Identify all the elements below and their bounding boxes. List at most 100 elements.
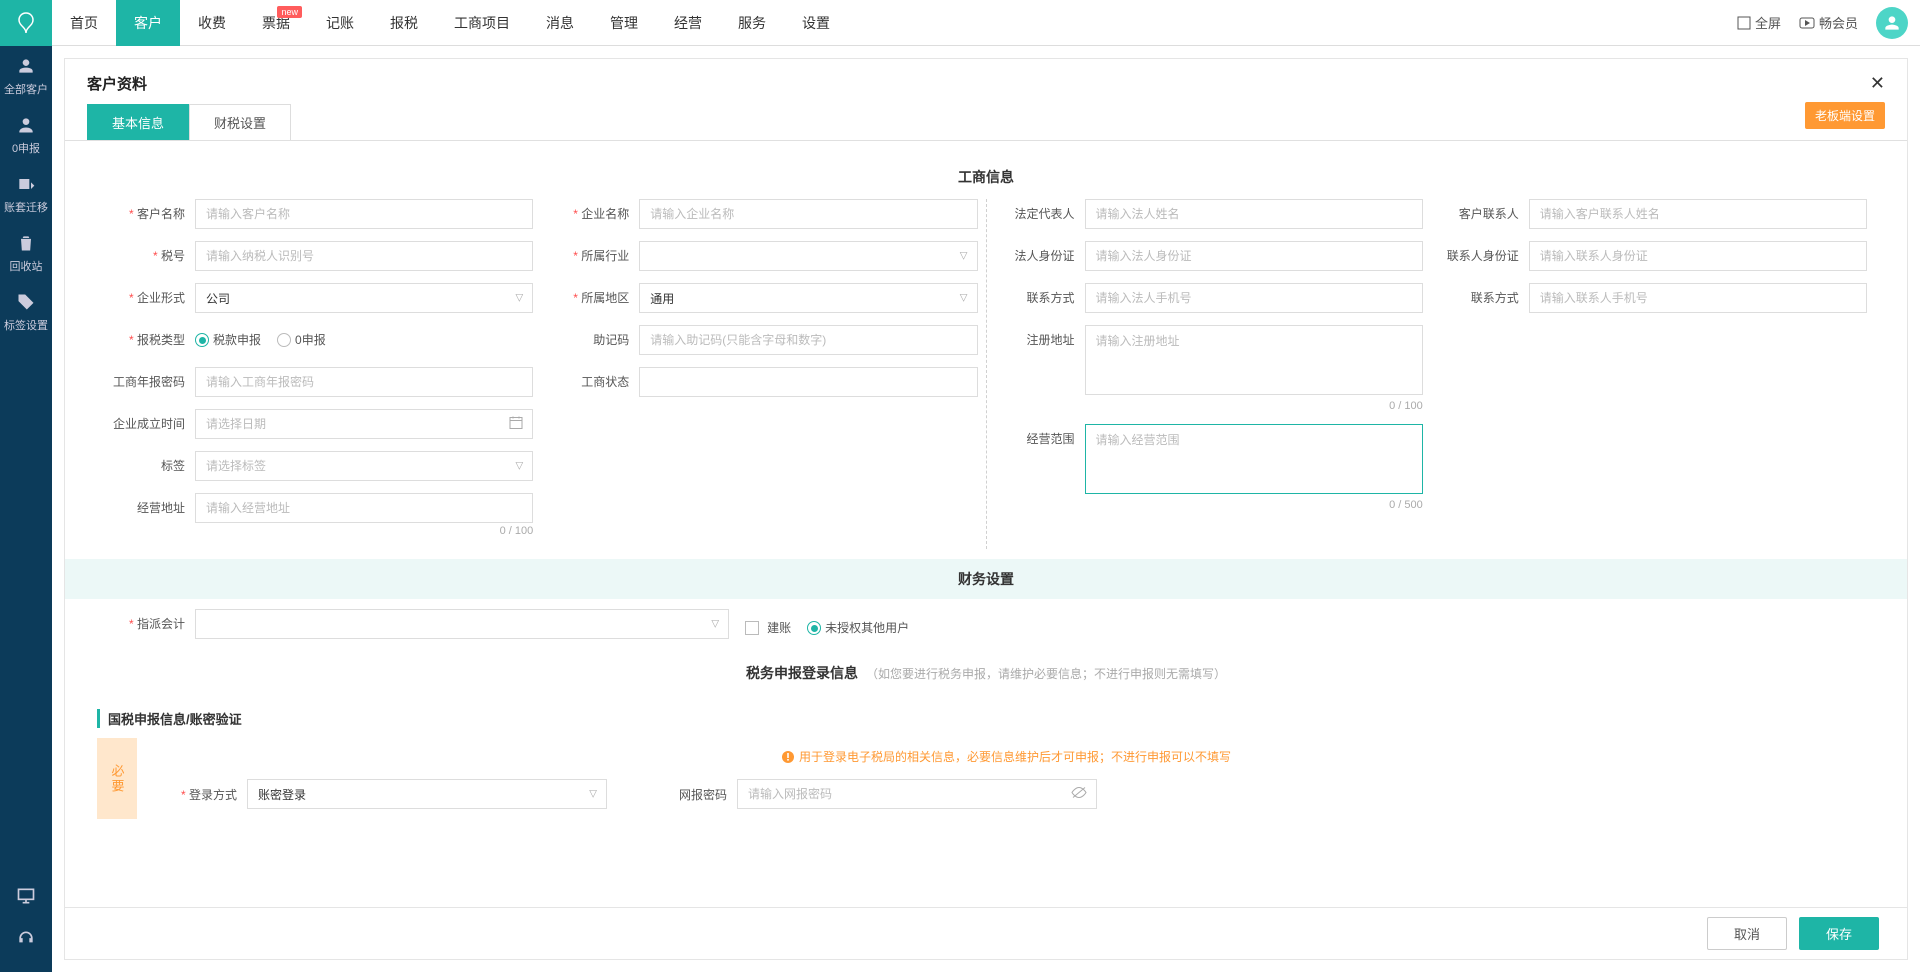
scroll-area[interactable]: 工商信息 客户名称 税号 企业形式▽ 报税类型 税款申报 0申报 工商年报密码 … xyxy=(65,155,1907,907)
tax-warn: 用于登录电子税局的相关信息，必要信息维护后才可申报；不进行申报可以不填写 xyxy=(157,748,1855,765)
section-national-tax: 国税申报信息/账密验证 xyxy=(97,709,1875,728)
label-assign-accountant: 指派会计 xyxy=(105,609,195,639)
avatar[interactable] xyxy=(1876,7,1908,39)
radio-zero-report[interactable]: 0申报 xyxy=(277,325,326,355)
cust-contact-input[interactable] xyxy=(1529,199,1867,229)
contact-way2-input[interactable] xyxy=(1529,283,1867,313)
tax-warn-text: 用于登录电子税局的相关信息，必要信息维护后才可申报；不进行申报可以不填写 xyxy=(799,748,1231,765)
nav-invoice[interactable]: 票据new xyxy=(244,0,308,46)
tax-no-input[interactable] xyxy=(195,241,533,271)
checkbox-icon xyxy=(745,621,759,635)
nav-operate[interactable]: 经营 xyxy=(656,0,720,46)
nav-customer[interactable]: 客户 xyxy=(116,0,180,46)
label-establish-date: 企业成立时间 xyxy=(105,409,195,439)
col-2: 企业名称 所属行业▽ 所属地区▽ 助记码 工商状态▽ xyxy=(541,199,985,549)
side-recycle[interactable]: 回收站 xyxy=(0,223,52,282)
col-3: 法定代表人 法人身份证 联系方式 注册地址0 / 100 经营范围0 / 500 xyxy=(986,199,1431,549)
label-biz-status: 工商状态 xyxy=(549,367,639,397)
fullscreen-icon xyxy=(1737,16,1751,30)
form-grid-2: 指派会计▽ 建账 未授权其他用户 xyxy=(97,609,1875,651)
assign-accountant-select[interactable] xyxy=(195,609,729,639)
modal-footer: 取消 保存 xyxy=(65,907,1907,959)
tax-login-label: 税务申报登录信息 xyxy=(746,663,858,683)
contact-id-input[interactable] xyxy=(1529,241,1867,271)
side-migrate[interactable]: 账套迁移 xyxy=(0,164,52,223)
side-bottom xyxy=(0,876,52,962)
legal-id-input[interactable] xyxy=(1085,241,1423,271)
annual-pwd-input[interactable] xyxy=(195,367,533,397)
save-button[interactable]: 保存 xyxy=(1799,917,1879,950)
label-company-name: 企业名称 xyxy=(549,199,639,229)
legal-rep-input[interactable] xyxy=(1085,199,1423,229)
radio-zero-report-label: 0申报 xyxy=(295,325,326,355)
industry-select[interactable] xyxy=(639,241,977,271)
boss-settings-button[interactable]: 老板端设置 xyxy=(1805,102,1885,129)
nav-biz[interactable]: 工商项目 xyxy=(436,0,528,46)
mnemonic-input[interactable] xyxy=(639,325,977,355)
side-headset-icon[interactable] xyxy=(0,919,52,962)
side-label-4: 标签设置 xyxy=(0,317,52,333)
web-pwd-input[interactable] xyxy=(737,779,1097,809)
radio-unchecked-icon xyxy=(277,333,291,347)
company-form-select[interactable] xyxy=(195,283,533,313)
biz-addr-input[interactable] xyxy=(195,493,533,523)
side-all-customers[interactable]: 全部客户 xyxy=(0,46,52,105)
radio-tax-report[interactable]: 税款申报 xyxy=(195,325,261,355)
company-name-input[interactable] xyxy=(639,199,977,229)
nav-service[interactable]: 服务 xyxy=(720,0,784,46)
section-commerce-title: 工商信息 xyxy=(97,155,1875,199)
region-select[interactable] xyxy=(639,283,977,313)
tab-basic-info[interactable]: 基本信息 xyxy=(87,104,189,140)
cancel-button[interactable]: 取消 xyxy=(1707,917,1787,950)
col-accountant: 指派会计▽ xyxy=(97,609,737,651)
tax-content: 用于登录电子税局的相关信息，必要信息维护后才可申报；不进行申报可以不填写 登录方… xyxy=(137,738,1875,819)
badge-new: new xyxy=(277,6,302,18)
tabs-row: 基本信息 财税设置 老板端设置 xyxy=(65,94,1907,141)
label-industry: 所属行业 xyxy=(549,241,639,271)
tags-select[interactable] xyxy=(195,451,533,481)
label-tax-type: 报税类型 xyxy=(105,325,195,355)
modal-title: 客户资料 xyxy=(87,73,147,94)
nav-home[interactable]: 首页 xyxy=(52,0,116,46)
side-monitor-icon[interactable] xyxy=(0,876,52,919)
reg-addr-input[interactable] xyxy=(1085,325,1423,395)
tax-box: 必要 用于登录电子税局的相关信息，必要信息维护后才可申报；不进行申报可以不填写 … xyxy=(97,738,1875,819)
biz-scope-input[interactable] xyxy=(1085,424,1423,494)
label-tags: 标签 xyxy=(105,451,195,481)
label-contact-way: 联系方式 xyxy=(995,283,1085,313)
warn-icon xyxy=(781,750,795,764)
customer-name-input[interactable] xyxy=(195,199,533,229)
nav-settings[interactable]: 设置 xyxy=(784,0,848,46)
fullscreen-button[interactable]: 全屏 xyxy=(1737,13,1781,32)
side-label-0: 全部客户 xyxy=(0,81,52,97)
close-icon[interactable]: ✕ xyxy=(1870,73,1885,94)
member-button[interactable]: 畅会员 xyxy=(1799,13,1858,32)
radio-unauth[interactable]: 未授权其他用户 xyxy=(807,613,909,643)
establish-date-input[interactable] xyxy=(195,409,533,439)
nav-manage[interactable]: 管理 xyxy=(592,0,656,46)
modal-header: 客户资料 ✕ xyxy=(65,59,1907,94)
side-zero-report[interactable]: 0申报 xyxy=(0,105,52,164)
unauth-label: 未授权其他用户 xyxy=(825,613,909,643)
nav-msg[interactable]: 消息 xyxy=(528,0,592,46)
tab-tax-settings[interactable]: 财税设置 xyxy=(189,104,291,140)
tax-type-radio-group: 税款申报 0申报 xyxy=(195,325,533,355)
label-mnemonic: 助记码 xyxy=(549,325,639,355)
login-way-select[interactable] xyxy=(247,779,607,809)
col-auth: 建账 未授权其他用户 xyxy=(737,609,1875,651)
radio-checked-icon xyxy=(807,621,821,635)
main: 客户资料 ✕ 基本信息 财税设置 老板端设置 工商信息 客户名称 税号 企业形式… xyxy=(52,46,1920,972)
checkbox-create-account[interactable]: 建账 xyxy=(745,613,791,643)
contact-way-input[interactable] xyxy=(1085,283,1423,313)
nav-tax[interactable]: 报税 xyxy=(372,0,436,46)
label-contact-id: 联系人身份证 xyxy=(1439,241,1529,271)
nav-bookkeep[interactable]: 记账 xyxy=(308,0,372,46)
label-biz-scope: 经营范围 xyxy=(995,424,1085,454)
nav-charge[interactable]: 收费 xyxy=(180,0,244,46)
member-label: 畅会员 xyxy=(1819,13,1858,32)
tax-form-row: 登录方式 ▽ 网报密码 xyxy=(157,779,1855,809)
side-tags[interactable]: 标签设置 xyxy=(0,282,52,341)
form-grid-1: 客户名称 税号 企业形式▽ 报税类型 税款申报 0申报 工商年报密码 企业成立时… xyxy=(97,199,1875,549)
radio-checked-icon xyxy=(195,333,209,347)
biz-status-select[interactable] xyxy=(639,367,977,397)
